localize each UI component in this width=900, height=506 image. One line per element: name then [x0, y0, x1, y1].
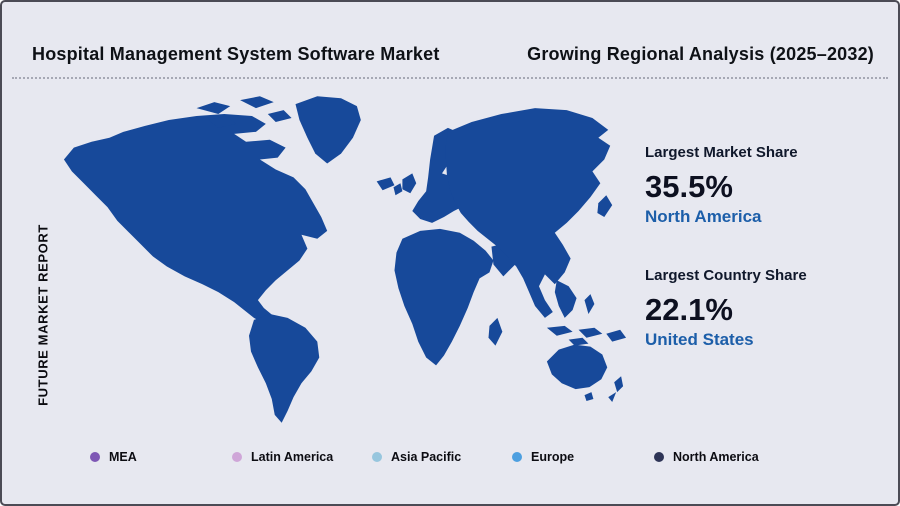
- southeast-asia: [554, 280, 595, 318]
- japan: [597, 195, 613, 217]
- continent-north-america: [63, 114, 328, 332]
- continent-africa: [394, 228, 494, 366]
- legend-item-asia-pacific: Asia Pacific: [372, 450, 461, 464]
- stat-country-share: Largest Country Share 22.1% United State…: [645, 267, 807, 350]
- british-isles: [393, 173, 417, 196]
- greenland: [295, 96, 361, 164]
- legend-label: Europe: [531, 450, 575, 464]
- stat-market-share: Largest Market Share 35.5% North America: [645, 144, 807, 227]
- asia-pacific-dot-icon: [372, 452, 382, 462]
- legend-item-europe: Europe: [512, 450, 574, 464]
- stat-value: 22.1%: [645, 292, 733, 328]
- stat-value: 35.5%: [645, 169, 733, 204]
- latin-america-dot-icon: [232, 452, 242, 462]
- page-title-market: Hospital Management System Software Mark…: [32, 44, 440, 64]
- legend-label: Latin America: [251, 450, 334, 464]
- europe-dot-icon: [512, 452, 522, 462]
- indonesia: [546, 325, 627, 346]
- legend-item-latin-america: Latin America: [232, 450, 333, 464]
- north-america-dot-icon: [654, 452, 664, 462]
- stat-region: United States: [645, 330, 754, 350]
- stats-panel: Largest Market Share 35.5% North America…: [645, 144, 807, 351]
- legend-item-mea: MEA: [90, 450, 137, 464]
- infographic-frame: Hospital Management System Software Mark…: [0, 0, 900, 506]
- iceland: [376, 177, 395, 191]
- brand-watermark: FUTURE MARKET REPORT: [35, 224, 51, 406]
- stat-label: Largest Country Share: [645, 267, 807, 285]
- legend-label: North America: [673, 450, 759, 464]
- page-title-analysis: Growing Regional Analysis (2025–2032): [527, 44, 874, 64]
- new-zealand: [608, 376, 624, 403]
- madagascar: [488, 317, 503, 346]
- continent-australia: [546, 344, 608, 402]
- world-map-graphic: [63, 96, 627, 423]
- stat-region: North America: [645, 207, 762, 226]
- legend-item-north-america: North America: [654, 450, 759, 464]
- legend-label: Asia Pacific: [391, 450, 462, 464]
- stat-label: Largest Market Share: [645, 144, 798, 161]
- legend-label: MEA: [109, 450, 137, 464]
- continent-south-america: [249, 313, 320, 423]
- world-map: [58, 86, 632, 436]
- mea-dot-icon: [90, 452, 100, 462]
- dotted-divider: [12, 77, 888, 79]
